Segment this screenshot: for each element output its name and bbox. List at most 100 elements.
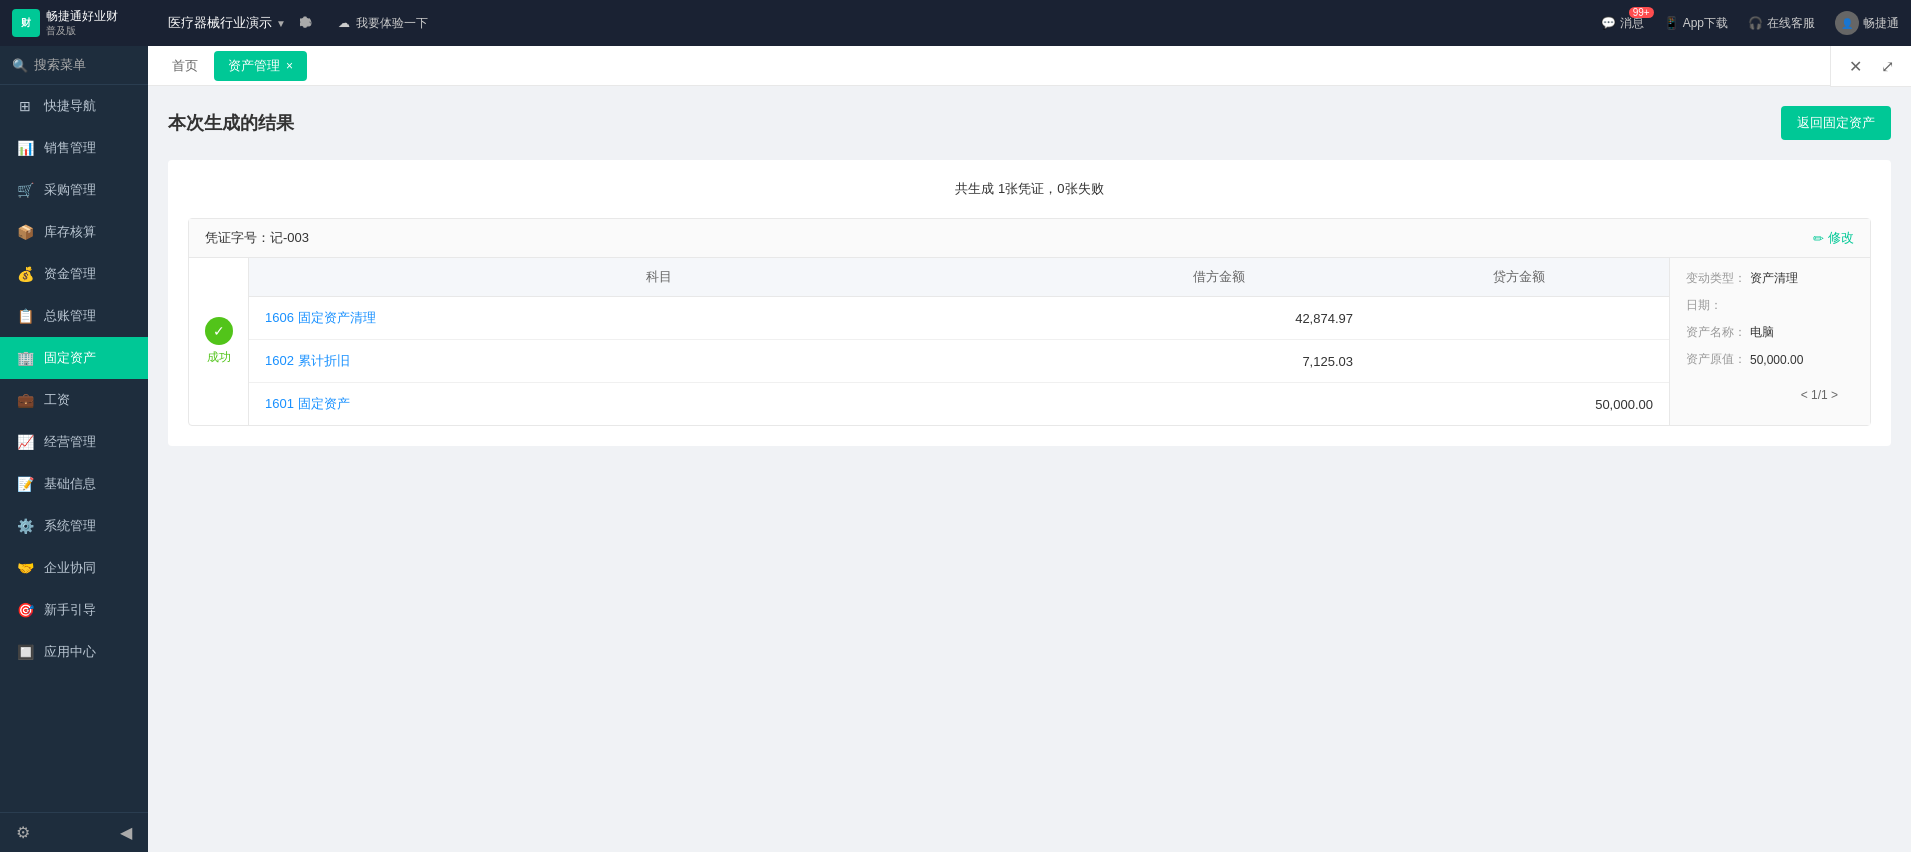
user-name: 畅捷通 — [1863, 15, 1899, 32]
tab-home[interactable]: 首页 — [164, 57, 206, 75]
guide-icon: 🎯 — [16, 601, 34, 619]
change-type-value: 资产清理 — [1750, 270, 1798, 287]
user-menu[interactable]: 👤 畅捷通 — [1835, 11, 1899, 35]
sidebar-footer: ⚙ ◀ — [0, 812, 148, 852]
basic-info-icon: 📝 — [16, 475, 34, 493]
success-text: 成功 — [207, 349, 231, 366]
edit-pencil-icon: ✏ — [1813, 231, 1824, 246]
company-name: 医疗器械行业演示 — [168, 14, 272, 32]
asset-name-label: 资产名称： — [1686, 324, 1746, 341]
quick-nav-icon: ⊞ — [16, 97, 34, 115]
online-support-label: 在线客服 — [1767, 15, 1815, 32]
sidebar-item-quick-nav[interactable]: ⊞ 快捷导航 — [0, 85, 148, 127]
message-badge: 99+ — [1629, 7, 1654, 18]
fixed-assets-icon: 🏢 — [16, 349, 34, 367]
avatar: 👤 — [1835, 11, 1859, 35]
asset-value-value: 50,000.00 — [1750, 353, 1803, 367]
online-support-btn[interactable]: 🎧 在线客服 — [1748, 15, 1815, 32]
sidebar-item-guide[interactable]: 🎯 新手引导 — [0, 589, 148, 631]
app-download-btn[interactable]: 📱 App下载 — [1664, 15, 1728, 32]
row2-subject: 1602 累计折旧 — [249, 340, 1069, 382]
row3-credit: 50,000.00 — [1369, 385, 1669, 424]
date-label: 日期： — [1686, 297, 1722, 314]
col-credit: 贷方金额 — [1369, 258, 1669, 296]
settings-icon-btn[interactable] — [294, 9, 322, 37]
date-item: 日期： — [1686, 297, 1854, 314]
search-label: 搜索菜单 — [34, 56, 86, 74]
panel-controls: ✕ ⤢ — [1830, 46, 1911, 87]
message-btn[interactable]: 💬 消息 99+ — [1601, 15, 1644, 32]
edit-button[interactable]: ✏ 修改 — [1813, 229, 1854, 247]
sidebar-item-ledger[interactable]: 📋 总账管理 — [0, 295, 148, 337]
col-subject: 科目 — [249, 258, 1069, 296]
footer-settings-icon[interactable]: ⚙ — [16, 823, 30, 842]
asset-value-item: 资产原值： 50,000.00 — [1686, 351, 1854, 368]
sidebar: 🔍 搜索菜单 ⊞ 快捷导航 📊 销售管理 🛒 采购管理 📦 库存核算 💰 资金管… — [0, 46, 148, 852]
capital-icon: 💰 — [16, 265, 34, 283]
content-area: 首页 资产管理 × 本次生成的结果 返回固定资产 共生成 1张凭证，0张失败 凭… — [148, 46, 1911, 852]
app-download-label: App下载 — [1683, 15, 1728, 32]
page-title: 本次生成的结果 — [168, 111, 294, 135]
company-dropdown-arrow: ▼ — [276, 18, 286, 29]
change-type-label: 变动类型： — [1686, 270, 1746, 287]
header-right: 💬 消息 99+ 📱 App下载 🎧 在线客服 👤 畅捷通 — [1601, 11, 1899, 35]
table-row: 1602 累计折旧 7,125.03 — [249, 340, 1669, 383]
row3-subject-link[interactable]: 1601 固定资产 — [265, 396, 350, 411]
voucher-number: 凭证字号：记-003 — [205, 229, 309, 247]
sidebar-item-sales[interactable]: 📊 销售管理 — [0, 127, 148, 169]
panel-close-btn[interactable]: ✕ — [1843, 54, 1867, 78]
sidebar-item-app-center[interactable]: 🔲 应用中心 — [0, 631, 148, 673]
return-button[interactable]: 返回固定资产 — [1781, 106, 1891, 140]
sidebar-item-label: 库存核算 — [44, 223, 96, 241]
top-header: 财 畅捷通好业财 普及版 医疗器械行业演示 ▼ ☁ 我要体验一下 💬 消息 99… — [0, 0, 1911, 46]
result-card: 共生成 1张凭证，0张失败 凭证字号：记-003 ✏ 修改 — [168, 160, 1891, 446]
pagination[interactable]: < 1/1 > — [1686, 378, 1854, 412]
voucher-header: 凭证字号：记-003 ✏ 修改 — [189, 219, 1870, 258]
sidebar-item-operations[interactable]: 📈 经营管理 — [0, 421, 148, 463]
experience-btn[interactable]: ☁ 我要体验一下 — [338, 15, 428, 32]
experience-icon: ☁ — [338, 16, 350, 30]
sidebar-item-purchase[interactable]: 🛒 采购管理 — [0, 169, 148, 211]
sidebar-item-inventory[interactable]: 📦 库存核算 — [0, 211, 148, 253]
voucher-section: 凭证字号：记-003 ✏ 修改 ✓ — [188, 218, 1871, 426]
support-icon: 🎧 — [1748, 16, 1763, 30]
logo-main-text: 畅捷通好业财 — [46, 9, 118, 25]
message-icon: 💬 — [1601, 16, 1616, 30]
checkmark-icon: ✓ — [213, 323, 225, 339]
sidebar-item-basic-info[interactable]: 📝 基础信息 — [0, 463, 148, 505]
logo-text: 畅捷通好业财 普及版 — [46, 9, 118, 38]
company-selector[interactable]: 医疗器械行业演示 ▼ — [168, 14, 286, 32]
page-header: 本次生成的结果 返回固定资产 — [168, 106, 1891, 140]
enterprise-icon: 🤝 — [16, 559, 34, 577]
tab-asset-management[interactable]: 资产管理 × — [214, 51, 307, 81]
footer-collapse-icon[interactable]: ◀ — [120, 823, 132, 842]
col-debit: 借方金额 — [1069, 258, 1369, 296]
sidebar-item-label: 采购管理 — [44, 181, 96, 199]
sidebar-item-fixed-assets[interactable]: 🏢 固定资产 — [0, 337, 148, 379]
sidebar-item-enterprise[interactable]: 🤝 企业协同 — [0, 547, 148, 589]
row3-subject: 1601 固定资产 — [249, 383, 1069, 425]
row3-debit — [1069, 392, 1369, 416]
row1-credit — [1369, 306, 1669, 330]
row2-credit — [1369, 349, 1669, 373]
sidebar-item-salary[interactable]: 💼 工资 — [0, 379, 148, 421]
asset-value-label: 资产原值： — [1686, 351, 1746, 368]
panel-expand-btn[interactable]: ⤢ — [1875, 54, 1899, 78]
sidebar-item-system[interactable]: ⚙️ 系统管理 — [0, 505, 148, 547]
page-content: 本次生成的结果 返回固定资产 共生成 1张凭证，0张失败 凭证字号：记-003 … — [148, 86, 1911, 852]
sidebar-item-label: 企业协同 — [44, 559, 96, 577]
voucher-main: ✓ 成功 科目 借方金额 贷方金额 — [189, 258, 1670, 425]
inventory-icon: 📦 — [16, 223, 34, 241]
row1-subject-link[interactable]: 1606 固定资产清理 — [265, 310, 376, 325]
sidebar-item-label: 销售管理 — [44, 139, 96, 157]
sidebar-item-capital[interactable]: 💰 资金管理 — [0, 253, 148, 295]
tab-close-btn[interactable]: × — [286, 59, 293, 73]
row2-debit: 7,125.03 — [1069, 342, 1369, 381]
sidebar-search[interactable]: 🔍 搜索菜单 — [0, 46, 148, 85]
operations-icon: 📈 — [16, 433, 34, 451]
asset-name-value: 电脑 — [1750, 324, 1774, 341]
row1-debit: 42,874.97 — [1069, 299, 1369, 338]
row2-subject-link[interactable]: 1602 累计折旧 — [265, 353, 350, 368]
search-icon: 🔍 — [12, 58, 28, 73]
success-icon: ✓ — [205, 317, 233, 345]
